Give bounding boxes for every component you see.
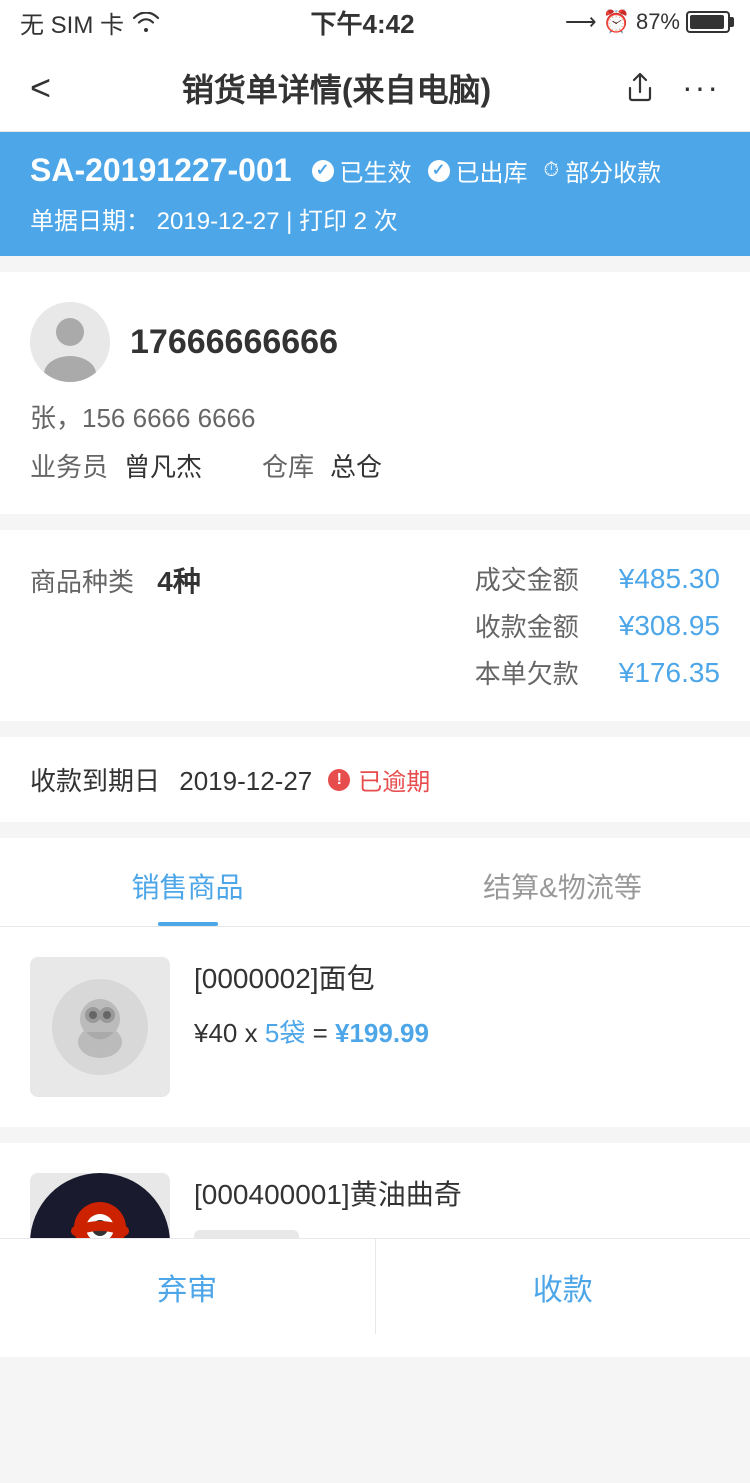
overdue-date: 2019-12-27 [179,766,312,796]
customer-info: 张，156 6666 6666 [30,398,720,435]
amount-value: ¥485.30 [619,563,720,595]
product-list: [0000002]面包 ¥40 x 5袋 = ¥199.99 [0,927,750,1483]
customer-name: 17666666666 [130,323,338,362]
list-item: [0000002]面包 ¥40 x 5袋 = ¥199.99 [0,927,750,1127]
summary-left: 商品种类 4种 [30,560,201,608]
overdue-text: 已逾期 [358,762,430,797]
status-tags: ✓ 已生效 ✓ 已出库 ⏱ 部分收款 [312,153,662,188]
share-icon[interactable] [622,70,658,106]
overdue-section: 收款到期日 2019-12-27 ! 已逾期 [0,737,750,822]
tab-products[interactable]: 销售商品 [0,838,375,926]
debt-label: 本单欠款 [475,654,579,691]
order-header-banner: SA-20191227-001 ✓ 已生效 ✓ 已出库 ⏱ 部分收款 单据日期：… [0,132,750,256]
nav-actions: ··· [622,69,720,106]
date-label: 单据日期： [30,208,150,235]
salesperson-value: 曾凡杰 [124,447,202,484]
page-title: 销货单详情(来自电脑) [182,65,491,111]
battery-percent: 87% [636,9,680,35]
payment-label: 收款金额 [475,607,579,644]
status-right: ⟶ ⏰ 87% [565,9,730,35]
customer-row: 17666666666 [30,302,720,382]
debt-row: 本单欠款 ¥176.35 [475,654,720,691]
order-date: 2019-12-27 [157,208,280,235]
product-quantity-1: 5袋 [265,1018,305,1048]
order-date-row: 单据日期： 2019-12-27 | 打印 2 次 [30,201,720,236]
type-label: 商品种类 [30,567,134,597]
product-total-1: ¥199.99 [335,1018,429,1048]
customer-meta: 业务员 曾凡杰 仓库 总仓 [30,447,720,484]
tabs-row: 销售商品 结算&物流等 [0,838,750,926]
print-info: | 打印 2 次 [286,208,398,235]
payment-row: 收款金额 ¥308.95 [475,607,720,644]
check-icon-1: ✓ [312,160,334,182]
battery-icon [686,11,730,33]
type-count: 4种 [157,566,201,597]
payment-value: ¥308.95 [619,610,720,642]
check-icon-2: ✓ [428,160,450,182]
customer-section: 17666666666 张，156 6666 6666 业务员 曾凡杰 仓库 总… [0,272,750,514]
location-icon: ⟶ [565,9,597,35]
overdue-dot-icon: ! [328,769,350,791]
status-effective: ✓ 已生效 [312,153,412,188]
warehouse-label: 仓库 [262,447,314,484]
clock-icon: ⏱ [544,159,560,182]
product-thumbnail-1 [30,957,170,1097]
product-price-1: ¥40 [194,1018,237,1048]
overdue-badge: ! 已逾期 [328,762,430,797]
product-info-1: [0000002]面包 ¥40 x 5袋 = ¥199.99 [194,957,720,1050]
salesperson-label: 业务员 [30,447,108,484]
wifi-icon [132,12,160,32]
warehouse-item: 仓库 总仓 [262,447,382,484]
tab-logistics[interactable]: 结算&物流等 [375,838,750,926]
amount-row: 成交金额 ¥485.30 [475,560,720,597]
product-name-2: [000400001]黄油曲奇 [194,1173,720,1213]
more-button[interactable]: ··· [682,69,720,106]
product-name-1: [0000002]面包 [194,957,720,997]
order-id: SA-20191227-001 [30,152,292,189]
cancel-button[interactable]: 弃审 [0,1239,376,1334]
product-type-row: 商品种类 4种 [30,560,201,600]
alarm-icon: ⏰ [603,9,630,35]
avatar [30,302,110,382]
confirm-button[interactable]: 收款 [376,1239,750,1334]
debt-value: ¥176.35 [619,657,720,689]
back-button[interactable]: < [30,67,51,109]
status-dispatched: ✓ 已出库 [428,153,528,188]
status-bar: 无 SIM 卡 下午4:42 ⟶ ⏰ 87% [0,0,750,44]
carrier-label: 无 SIM 卡 [20,5,124,40]
status-time: 下午4:42 [310,4,414,41]
status-partial-payment: ⏱ 部分收款 [544,153,662,188]
summary-section: 商品种类 4种 成交金额 ¥485.30 收款金额 ¥308.95 本单欠款 ¥… [0,530,750,721]
tabs-section: 销售商品 结算&物流等 [0,838,750,927]
warehouse-value: 总仓 [330,447,382,484]
nav-bar: < 销货单详情(来自电脑) ··· [0,44,750,132]
overdue-label: 收款到期日 2019-12-27 [30,761,312,798]
summary-right: 成交金额 ¥485.30 收款金额 ¥308.95 本单欠款 ¥176.35 [475,560,720,691]
product-price-row-1: ¥40 x 5袋 = ¥199.99 [194,1013,720,1050]
status-left: 无 SIM 卡 [20,5,160,40]
amount-label: 成交金额 [475,560,579,597]
bottom-bar: 弃审 收款 [0,1238,750,1334]
salesperson-item: 业务员 曾凡杰 [30,447,202,484]
